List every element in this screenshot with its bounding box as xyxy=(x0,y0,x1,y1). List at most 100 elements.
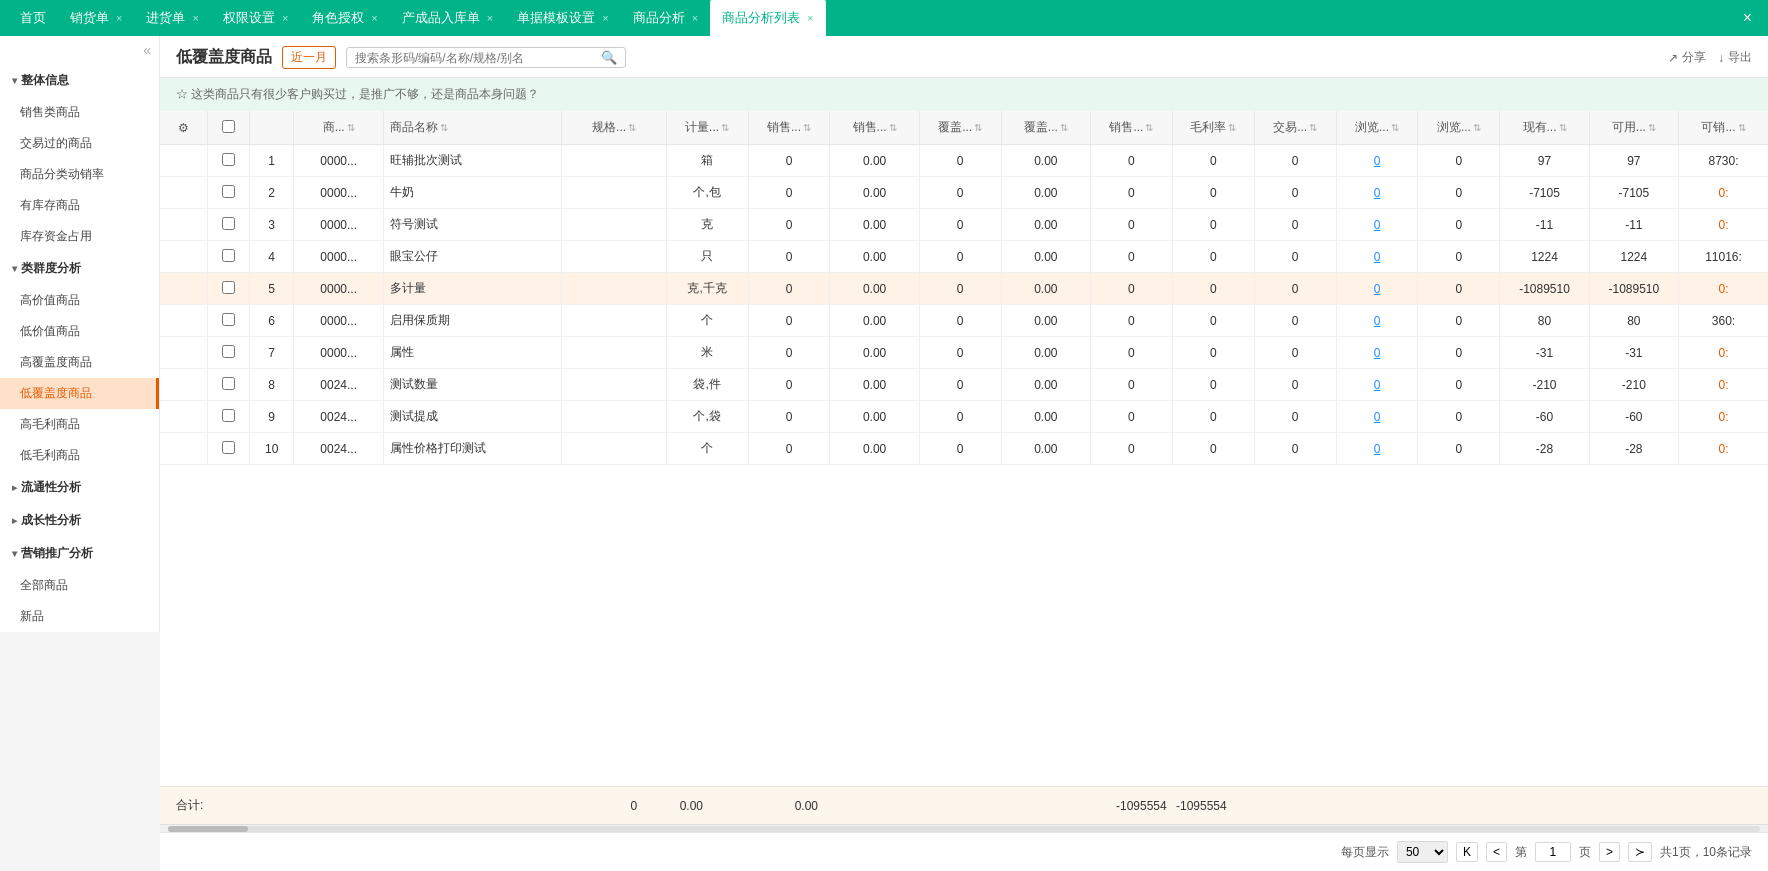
sales1-col-header[interactable]: 销售...⇅ xyxy=(748,111,830,145)
b1-cell[interactable]: 0 xyxy=(1336,273,1418,305)
browse1-col-header[interactable]: 浏览...⇅ xyxy=(1336,111,1418,145)
margin-col-header[interactable]: 毛利率⇅ xyxy=(1172,111,1254,145)
prev-page-button[interactable]: < xyxy=(1486,842,1507,862)
checkbox-cell[interactable] xyxy=(208,305,250,337)
stock2-col-header[interactable]: 可用...⇅ xyxy=(1589,111,1678,145)
b1-cell[interactable]: 0 xyxy=(1336,209,1418,241)
sidebar-section-flow[interactable]: ▸ 流通性分析 xyxy=(0,471,159,504)
sidebar-section-overall[interactable]: ▾ 整体信息 xyxy=(0,64,159,97)
b1-cell[interactable]: 0 xyxy=(1336,337,1418,369)
sidebar-section-group[interactable]: ▾ 类群度分析 xyxy=(0,252,159,285)
cover1-col-header[interactable]: 覆盖...⇅ xyxy=(919,111,1001,145)
sidebar-item-sales-goods[interactable]: 销售类商品 xyxy=(0,97,159,128)
row-checkbox[interactable] xyxy=(222,409,235,422)
close-icon[interactable]: × xyxy=(192,0,198,36)
row-checkbox[interactable] xyxy=(222,185,235,198)
page-size-select[interactable]: 50 20 100 xyxy=(1397,841,1448,863)
sidebar-item-high-margin[interactable]: 高毛利商品 xyxy=(0,409,159,440)
sales3-col-header[interactable]: 销售...⇅ xyxy=(1090,111,1172,145)
row-checkbox[interactable] xyxy=(222,377,235,390)
sidebar-item-traded-goods[interactable]: 交易过的商品 xyxy=(0,128,159,159)
sidebar-item-high-value[interactable]: 高价值商品 xyxy=(0,285,159,316)
b1-cell[interactable]: 0 xyxy=(1336,177,1418,209)
sidebar-item-new-goods[interactable]: 新品 xyxy=(0,601,159,632)
spec-col-header[interactable]: 规格...⇅ xyxy=(562,111,666,145)
checkbox-cell[interactable] xyxy=(208,241,250,273)
horizontal-scrollbar[interactable] xyxy=(160,824,1768,832)
name-col-header[interactable]: 商品名称⇅ xyxy=(383,111,562,145)
nav-item-template[interactable]: 单据模板设置 × xyxy=(505,0,620,36)
nav-item-permission[interactable]: 权限设置 × xyxy=(211,0,300,36)
row-checkbox[interactable] xyxy=(222,281,235,294)
nav-item-purchase[interactable]: 进货单 × xyxy=(134,0,210,36)
sidebar-item-low-margin[interactable]: 低毛利商品 xyxy=(0,440,159,471)
cover2-col-header[interactable]: 覆盖...⇅ xyxy=(1001,111,1090,145)
unit-col-header[interactable]: 计量...⇅ xyxy=(666,111,748,145)
share-button[interactable]: ↗ 分享 xyxy=(1668,49,1706,66)
sidebar-item-low-coverage[interactable]: 低覆盖度商品 xyxy=(0,378,159,409)
sellable-col-header[interactable]: 可销...⇅ xyxy=(1679,111,1769,145)
checkbox-cell[interactable] xyxy=(208,401,250,433)
close-icon[interactable]: × xyxy=(487,0,493,36)
next-page-button[interactable]: > xyxy=(1599,842,1620,862)
row-checkbox[interactable] xyxy=(222,313,235,326)
b1-cell[interactable]: 0 xyxy=(1336,433,1418,465)
trans-col-header[interactable]: 交易...⇅ xyxy=(1254,111,1336,145)
b1-cell[interactable]: 0 xyxy=(1336,305,1418,337)
checkbox-cell[interactable] xyxy=(208,273,250,305)
sidebar-item-high-coverage[interactable]: 高覆盖度商品 xyxy=(0,347,159,378)
nav-item-goods-analysis-list[interactable]: 商品分析列表 × xyxy=(710,0,825,36)
sidebar-item-all-goods[interactable]: 全部商品 xyxy=(0,570,159,601)
checkbox-cell[interactable] xyxy=(208,145,250,177)
code-cell: 0000... xyxy=(294,177,383,209)
sidebar-item-category-rate[interactable]: 商品分类动销率 xyxy=(0,159,159,190)
close-icon[interactable]: × xyxy=(602,0,608,36)
sidebar-section-growth[interactable]: ▸ 成长性分析 xyxy=(0,504,159,537)
stock1-col-header[interactable]: 现有...⇅ xyxy=(1500,111,1589,145)
num-cell: 5 xyxy=(249,273,294,305)
sidebar-item-capital[interactable]: 库存资金占用 xyxy=(0,221,159,252)
page-number-input[interactable] xyxy=(1535,842,1571,862)
close-icon[interactable]: × xyxy=(116,0,122,36)
nav-item-home[interactable]: 首页 xyxy=(8,0,58,36)
search-input[interactable] xyxy=(355,51,597,65)
close-icon[interactable]: × xyxy=(282,0,288,36)
browse2-col-header[interactable]: 浏览...⇅ xyxy=(1418,111,1500,145)
sidebar-collapse-button[interactable]: « xyxy=(143,42,151,58)
code-cell: 0024... xyxy=(294,433,383,465)
close-icon[interactable]: × xyxy=(371,0,377,36)
nav-item-goods-analysis[interactable]: 商品分析 × xyxy=(621,0,710,36)
checkbox-cell[interactable] xyxy=(208,369,250,401)
checkbox-cell[interactable] xyxy=(208,433,250,465)
window-close-button[interactable]: × xyxy=(1735,9,1760,27)
checkbox-cell[interactable] xyxy=(208,177,250,209)
row-checkbox[interactable] xyxy=(222,345,235,358)
checkbox-cell[interactable] xyxy=(208,209,250,241)
row-checkbox[interactable] xyxy=(222,249,235,262)
first-page-button[interactable]: K xyxy=(1456,842,1478,862)
sales2-col-header[interactable]: 销售...⇅ xyxy=(830,111,919,145)
b1-cell[interactable]: 0 xyxy=(1336,369,1418,401)
row-checkbox[interactable] xyxy=(222,441,235,454)
nav-item-role[interactable]: 角色授权 × xyxy=(300,0,389,36)
sidebar-section-marketing[interactable]: ▾ 营销推广分析 xyxy=(0,537,159,570)
code-col-header[interactable]: 商...⇅ xyxy=(294,111,383,145)
sidebar-item-low-value[interactable]: 低价值商品 xyxy=(0,316,159,347)
b1-cell[interactable]: 0 xyxy=(1336,145,1418,177)
date-filter-button[interactable]: 近一月 xyxy=(282,46,336,69)
last-page-button[interactable]: ≻ xyxy=(1628,842,1652,862)
nav-item-sales[interactable]: 销货单 × xyxy=(58,0,134,36)
spec-cell xyxy=(562,433,666,465)
nav-item-product-in[interactable]: 产成品入库单 × xyxy=(390,0,505,36)
select-all-checkbox[interactable] xyxy=(222,120,235,133)
close-icon[interactable]: × xyxy=(692,0,698,36)
b1-cell[interactable]: 0 xyxy=(1336,401,1418,433)
checkbox-cell[interactable] xyxy=(208,337,250,369)
row-checkbox[interactable] xyxy=(222,153,235,166)
b1-cell[interactable]: 0 xyxy=(1336,241,1418,273)
sidebar-item-in-stock[interactable]: 有库存商品 xyxy=(0,190,159,221)
export-button[interactable]: ↓ 导出 xyxy=(1718,49,1752,66)
row-checkbox[interactable] xyxy=(222,217,235,230)
settings-col-header[interactable]: ⚙ xyxy=(160,111,208,145)
close-icon[interactable]: × xyxy=(807,0,813,36)
